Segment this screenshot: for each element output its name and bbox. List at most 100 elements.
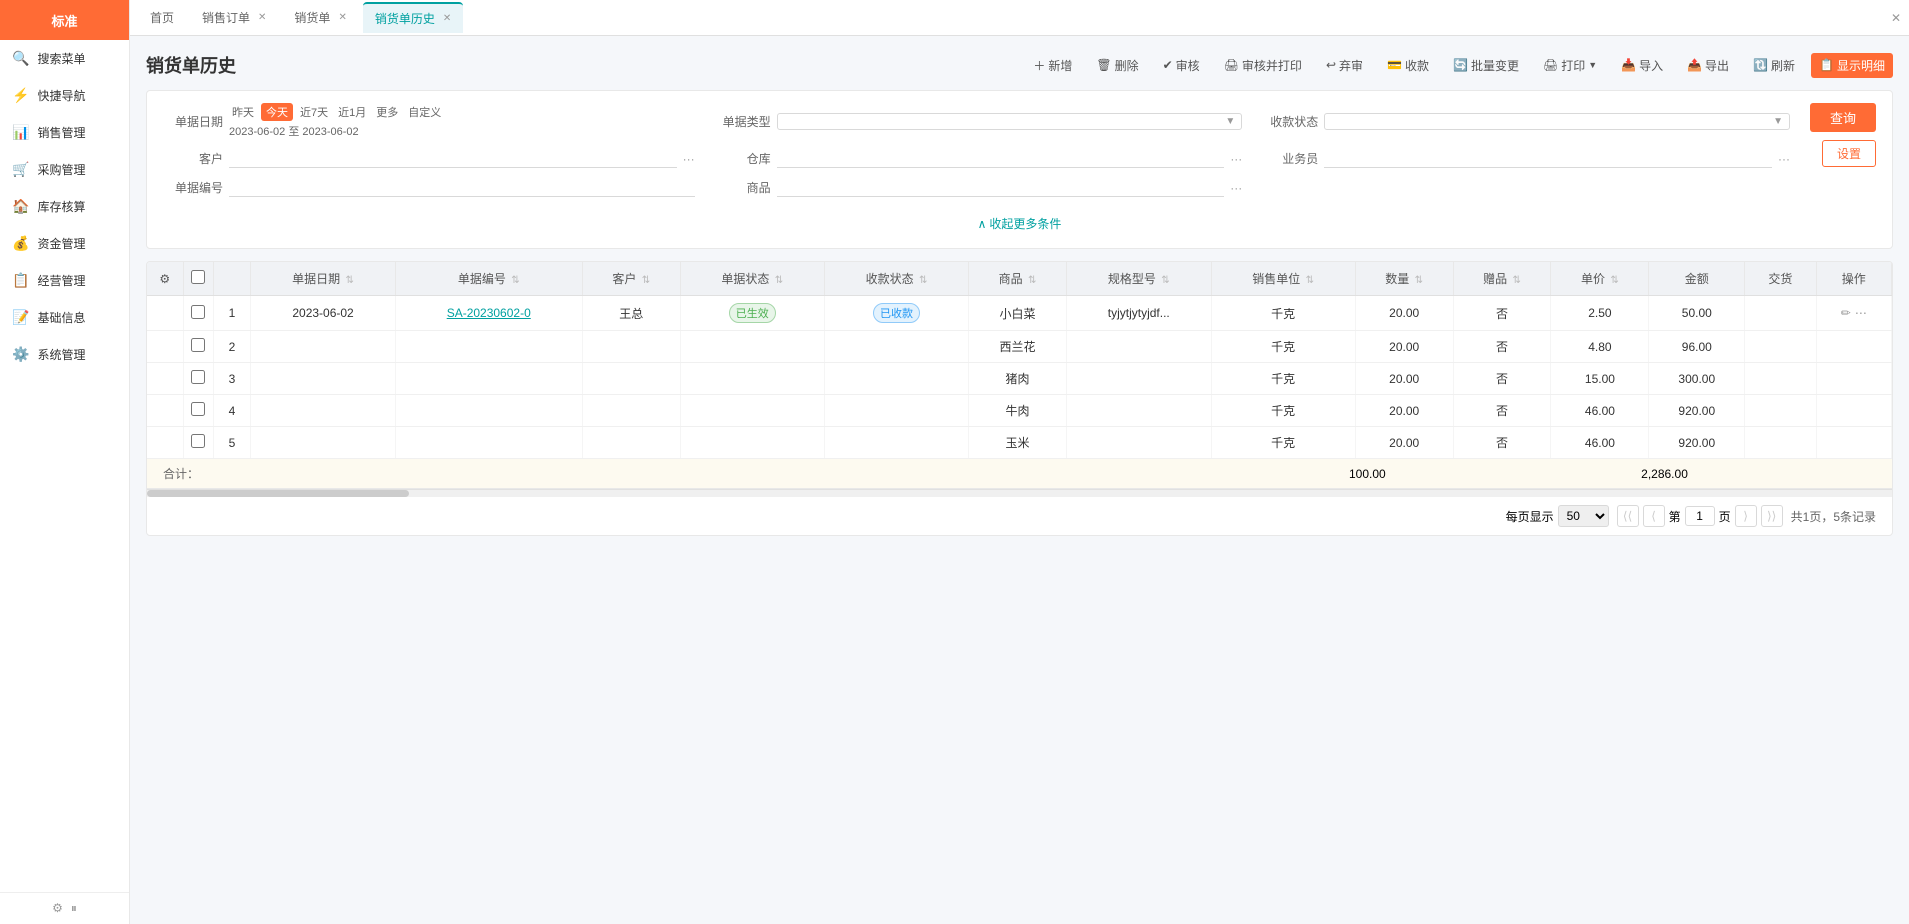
sidebar-item-inventory[interactable]: 🏠 库存核算: [0, 188, 129, 225]
tab-sales-history-close[interactable]: ✕: [443, 13, 451, 24]
tab-home-label: 首页: [150, 9, 174, 26]
refresh-button[interactable]: 🔃 刷新: [1745, 53, 1803, 78]
pay-status-badge: 已收款: [873, 303, 920, 323]
qty-sort-icon: ⇅: [1415, 275, 1423, 286]
date-opt-yesterday[interactable]: 昨天: [229, 103, 257, 121]
edit-icon[interactable]: ✏: [1841, 306, 1851, 320]
th-doc-status[interactable]: 单据状态 ⇅: [680, 262, 824, 296]
sidebar-item-label: 快捷导航: [37, 87, 85, 104]
setting-button[interactable]: 设置: [1822, 140, 1876, 167]
doc-type-select[interactable]: ▼: [777, 113, 1243, 130]
page-size-dropdown[interactable]: 50 100 200: [1558, 505, 1609, 527]
doc-status-sort-icon: ⇅: [775, 275, 783, 286]
audit-print-button[interactable]: 🖨 审核并打印: [1216, 53, 1310, 78]
scroll-thumb[interactable]: [147, 490, 409, 497]
sidebar-settings-icon[interactable]: ⚙: [52, 901, 63, 916]
salesperson-input[interactable]: [1324, 149, 1772, 168]
page-info: 共1页，5条记录: [1791, 508, 1876, 525]
th-pay-status[interactable]: 收款状态 ⇅: [824, 262, 968, 296]
sidebar-item-purchase-mgmt[interactable]: 🛒 采购管理: [0, 151, 129, 188]
page-nav: ⟨⟨ ⟨ 第 页 ⟩ ⟩⟩: [1617, 505, 1783, 527]
quick-nav-icon: ⚡: [12, 87, 29, 104]
sidebar-item-operations[interactable]: 📋 经营管理: [0, 262, 129, 299]
th-qty[interactable]: 数量 ⇅: [1355, 262, 1453, 296]
sidebar-collapse-icon[interactable]: ⏸: [71, 901, 77, 916]
th-doc-date[interactable]: 单据日期 ⇅: [251, 262, 395, 296]
new-button[interactable]: ＋ 新增: [1025, 53, 1080, 78]
payment-status-select[interactable]: ▼: [1324, 113, 1790, 130]
export-button[interactable]: 📤 导出: [1679, 53, 1737, 78]
current-page-input[interactable]: [1685, 506, 1715, 526]
tab-sales-delivery-close[interactable]: ✕: [338, 12, 346, 23]
new-icon: ＋: [1033, 57, 1045, 74]
totals-label: 合计：: [147, 465, 307, 482]
collect-button[interactable]: 💳 收款: [1379, 53, 1437, 78]
doc-no-input[interactable]: [229, 178, 695, 197]
filter-doc-type: 单据类型 ▼: [711, 113, 1243, 130]
salesperson-ellipsis[interactable]: ···: [1778, 152, 1790, 166]
collapse-filter-button[interactable]: ∧ 收起更多条件: [163, 211, 1876, 236]
import-button[interactable]: 📥 导入: [1613, 53, 1671, 78]
th-spec[interactable]: 规格型号 ⇅: [1066, 262, 1211, 296]
batch-change-button[interactable]: 🔄 批量变更: [1445, 53, 1527, 78]
date-opt-more[interactable]: 更多: [373, 103, 401, 121]
th-unit[interactable]: 销售单位 ⇅: [1211, 262, 1355, 296]
next-page-button[interactable]: ⟩: [1735, 505, 1757, 527]
last-page-button[interactable]: ⟩⟩: [1761, 505, 1783, 527]
page-header: 销货单历史 ＋ 新增 🗑 删除 ✔ 审核 🖨 审核并打印: [146, 52, 1893, 78]
customer-input[interactable]: [229, 149, 677, 168]
delete-button[interactable]: 🗑 删除: [1088, 53, 1146, 78]
gear-icon[interactable]: ⚙: [159, 272, 170, 286]
doc-no-link[interactable]: SA-20230602-0: [447, 306, 531, 320]
close-all-tabs[interactable]: ✕: [1891, 11, 1901, 25]
date-opt-custom[interactable]: 自定义: [405, 103, 444, 121]
th-customer[interactable]: 客户 ⇅: [582, 262, 680, 296]
sidebar-bottom: ⚙ ⏸: [0, 892, 129, 924]
date-opt-today[interactable]: 今天: [261, 103, 293, 121]
horizontal-scrollbar[interactable]: [147, 489, 1892, 497]
th-unit-price[interactable]: 单价 ⇅: [1551, 262, 1649, 296]
th-goods[interactable]: 商品 ⇅: [969, 262, 1067, 296]
sidebar-item-finance[interactable]: 💰 资金管理: [0, 225, 129, 262]
sidebar-item-label: 经营管理: [37, 272, 85, 289]
sidebar-item-basic-info[interactable]: 📝 基础信息: [0, 299, 129, 336]
sidebar-item-quick-nav[interactable]: ⚡ 快捷导航: [0, 77, 129, 114]
query-button[interactable]: 查询: [1810, 103, 1876, 132]
sidebar-item-search-menu[interactable]: 🔍 搜索菜单: [0, 40, 129, 77]
prev-page-button[interactable]: ⟨: [1643, 505, 1665, 527]
display-detail-button[interactable]: 📋 显示明细: [1811, 53, 1893, 78]
filter-customer: 客户 ···: [163, 149, 695, 168]
sidebar: 标准 🔍 搜索菜单 ⚡ 快捷导航 📊 销售管理 🛒 采购管理 🏠 库存核算 💰 …: [0, 0, 130, 924]
th-doc-no[interactable]: 单据编号 ⇅: [395, 262, 582, 296]
tab-sales-history-label: 销货单历史: [375, 10, 435, 27]
payment-status-label: 收款状态: [1258, 113, 1318, 130]
select-all-checkbox[interactable]: [191, 270, 205, 284]
tab-home[interactable]: 首页: [138, 3, 186, 32]
tab-sales-order[interactable]: 销售订单 ✕: [190, 3, 278, 32]
goods-input[interactable]: [777, 178, 1225, 197]
tab-sales-history[interactable]: 销货单历史 ✕: [363, 2, 463, 33]
th-gift[interactable]: 赠品 ⇅: [1453, 262, 1551, 296]
customer-sort-icon: ⇅: [642, 275, 650, 286]
doc-date-sort-icon: ⇅: [346, 275, 354, 286]
doc-type-dropdown-icon: ▼: [1225, 116, 1235, 127]
collapse-icon: ∧: [978, 217, 987, 231]
toolbar: ＋ 新增 🗑 删除 ✔ 审核 🖨 审核并打印 ↩ 弃审: [1025, 53, 1893, 78]
warehouse-ellipsis[interactable]: ···: [1230, 152, 1242, 166]
sales-mgmt-icon: 📊: [12, 124, 29, 141]
date-opt-7days[interactable]: 近7天: [297, 103, 331, 121]
date-opt-1month[interactable]: 近1月: [335, 103, 369, 121]
more-icon[interactable]: ⋯: [1855, 306, 1867, 320]
sidebar-item-sys-mgmt[interactable]: ⚙️ 系统管理: [0, 336, 129, 373]
print-button[interactable]: 🖨 打印 ▼: [1535, 53, 1605, 78]
abandon-button[interactable]: ↩ 弃审: [1318, 53, 1371, 78]
first-page-button[interactable]: ⟨⟨: [1617, 505, 1639, 527]
audit-button[interactable]: ✔ 审核: [1155, 53, 1208, 78]
sidebar-item-sales-mgmt[interactable]: 📊 销售管理: [0, 114, 129, 151]
total-amount: 2,286.00: [1590, 467, 1696, 481]
customer-ellipsis[interactable]: ···: [683, 152, 695, 166]
tab-sales-order-close[interactable]: ✕: [258, 12, 266, 23]
tab-sales-delivery[interactable]: 销货单 ✕: [282, 3, 358, 32]
goods-ellipsis[interactable]: ···: [1230, 181, 1242, 195]
warehouse-input[interactable]: [777, 149, 1225, 168]
